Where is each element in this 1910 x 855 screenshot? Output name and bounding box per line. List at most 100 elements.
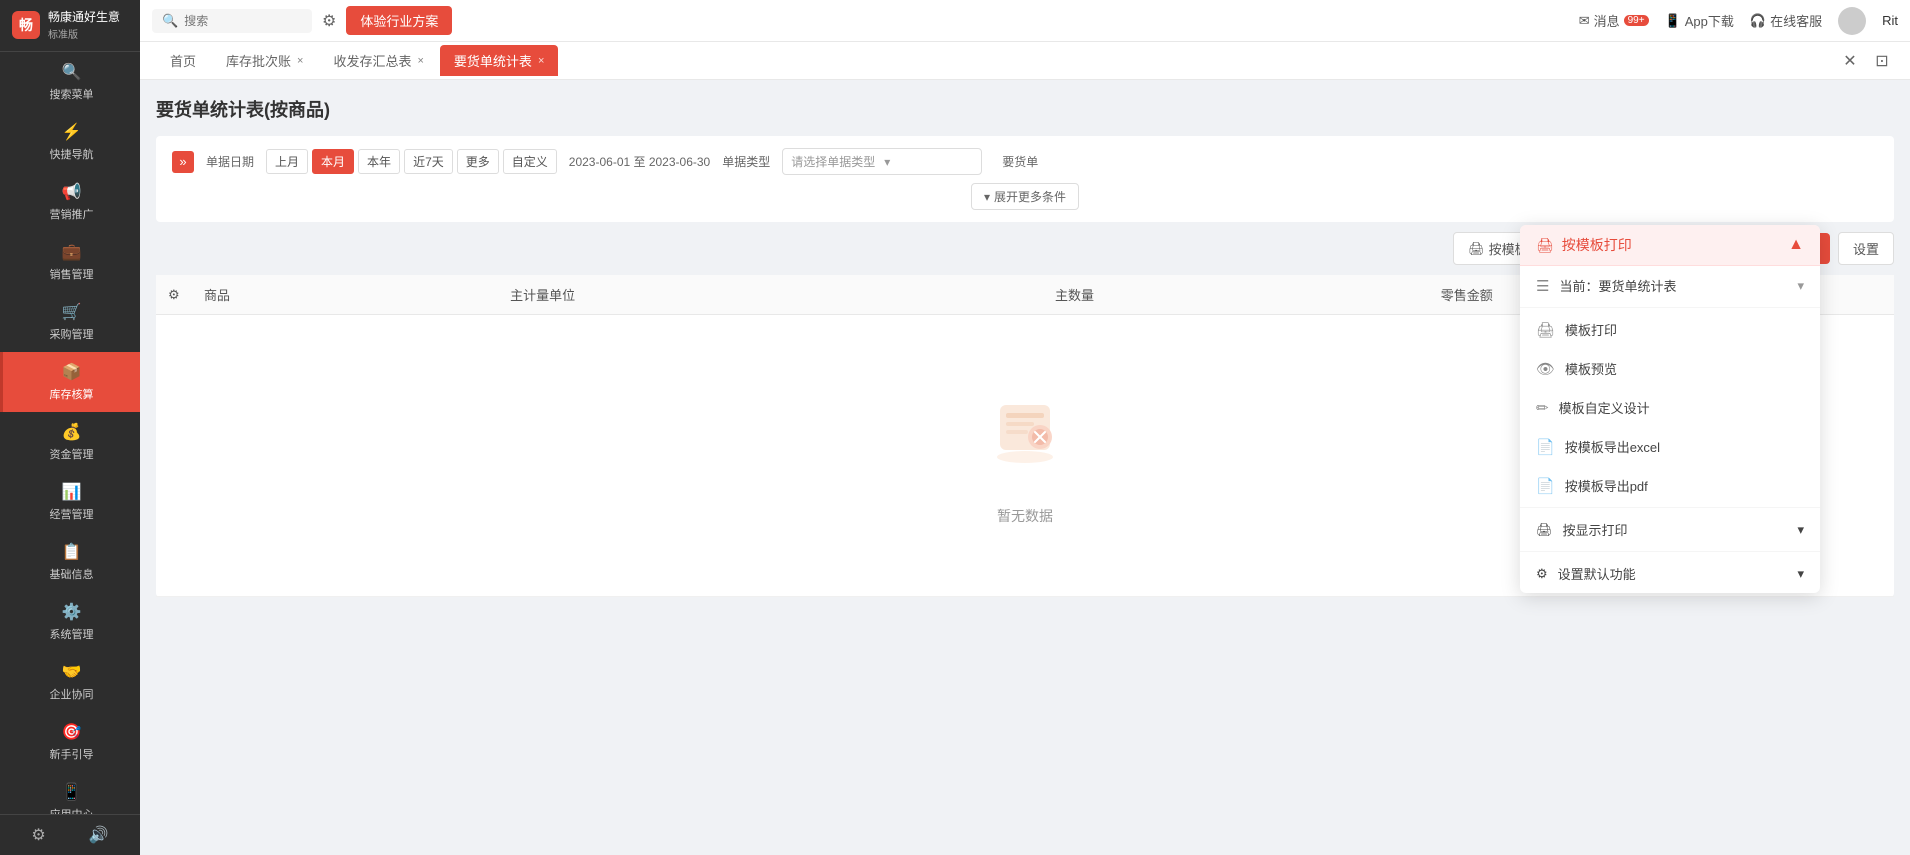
dropdown-item-export-pdf[interactable]: 📄 按模板导出pdf [1520, 466, 1820, 505]
page-title: 要货单统计表(按商品) [156, 96, 1894, 122]
dropdown-item-template-print[interactable]: 🖨 模板打印 [1520, 310, 1820, 349]
logo-text: 畅康通好生意 标准版 [48, 10, 120, 41]
tab-order-stats[interactable]: 要货单统计表 × [440, 45, 558, 76]
dropdown-submenu-display-print[interactable]: 🖨 按显示打印 ▾ [1520, 510, 1820, 549]
tab-batch-accounts[interactable]: 库存批次账 × [212, 45, 317, 76]
trial-button[interactable]: 体验行业方案 [346, 6, 452, 35]
dropdown-item-current[interactable]: ☰ 当前：要货单统计表 ▾ [1520, 266, 1820, 305]
sidebar-nav: 🔍 搜索菜单 ⚡ 快捷导航 📢 营销推广 💼 销售管理 🛒 采购管理 📦 [0, 52, 140, 814]
filter-expand-icon[interactable]: » [172, 151, 194, 173]
template-preview-label: 模板预览 [1565, 359, 1617, 378]
messages-badge: 99+ [1624, 15, 1649, 26]
doc-type-label: 单据类型 [722, 153, 770, 170]
printer-title-icon: 🖨 [1536, 237, 1554, 254]
date-btn-more[interactable]: 更多 [457, 149, 499, 174]
message-icon: ✉ [1579, 13, 1590, 29]
date-btn-7days[interactable]: 近7天 [404, 149, 453, 174]
tab-home-label: 首页 [170, 51, 196, 70]
tab-home[interactable]: 首页 [156, 45, 210, 76]
search-icon: 🔍 [62, 62, 82, 82]
sidebar-item-system[interactable]: ⚙️ 系统管理 [0, 592, 140, 652]
dropdown-item-export-excel[interactable]: 📄 按模板导出excel [1520, 427, 1820, 466]
print-dropdown-title-label: 按模板打印 [1562, 235, 1632, 255]
filter-card: » 单据日期 上月 本月 本年 近7天 更多 自定义 2023-06-01 至 … [156, 136, 1894, 222]
print-dropdown: 🖨 按模板打印 ▲ ☰ 当前：要货单统计表 ▾ 🖨 模板打印 👁 [1520, 225, 1820, 593]
default-func-chevron: ▾ [1797, 566, 1804, 582]
topbar-right: ✉ 消息 99+ 📱 App下载 🎧 在线客服 Rit [1579, 7, 1898, 35]
newbie-icon: 🎯 [62, 722, 82, 742]
speaker-icon[interactable]: 🔊 [89, 825, 109, 845]
printer-icon: 🖨 [1468, 241, 1485, 257]
search-box[interactable]: 🔍 [152, 9, 312, 33]
marketing-icon: 📢 [62, 182, 82, 202]
tab-order-stats-label: 要货单统计表 [454, 51, 532, 70]
finance-icon: 💰 [62, 422, 82, 442]
sidebar-item-inventory[interactable]: 📦 库存核算 [0, 352, 140, 412]
expand-conditions-button[interactable]: ▾ 展开更多条件 [971, 183, 1079, 210]
date-btn-this-month[interactable]: 本月 [312, 149, 354, 174]
online-service-group[interactable]: 🎧 在线客服 [1750, 11, 1822, 30]
basics-icon: 📋 [62, 542, 82, 562]
doc-type-select[interactable]: 请选择单据类型 ▾ [782, 148, 982, 175]
display-print-label: 按显示打印 [1563, 520, 1628, 539]
window-controls: ✕ ⊡ [1838, 49, 1894, 73]
sidebar-item-operations[interactable]: 📊 经营管理 [0, 472, 140, 532]
tab-batch-accounts-close[interactable]: × [297, 55, 303, 67]
tab-order-stats-close[interactable]: × [538, 55, 544, 67]
dropdown-item-template-preview[interactable]: 👁 模板预览 [1520, 349, 1820, 388]
gear-icon[interactable]: ⚙ [322, 11, 336, 31]
settings-bottom-icon[interactable]: ⚙ [31, 825, 45, 845]
export-pdf-icon: 📄 [1536, 477, 1555, 495]
settings-button[interactable]: 设置 [1838, 232, 1894, 265]
filter-row-1: » 单据日期 上月 本月 本年 近7天 更多 自定义 2023-06-01 至 … [172, 148, 1878, 175]
print-dropdown-title: 🖨 按模板打印 [1536, 235, 1632, 255]
sidebar-item-newbie[interactable]: 🎯 新手引导 [0, 712, 140, 772]
expand-btn-label: 展开更多条件 [994, 188, 1066, 205]
app-download-group[interactable]: 📱 App下载 [1665, 11, 1734, 30]
filter-expand-row: ▾ 展开更多条件 [172, 183, 1878, 210]
messages-group[interactable]: ✉ 消息 99+ [1579, 11, 1649, 30]
expand-chevron-icon: ▾ [984, 190, 990, 204]
messages-label: 消息 [1594, 11, 1620, 30]
date-btn-last-month[interactable]: 上月 [266, 149, 308, 174]
sidebar-item-enterprise[interactable]: 🤝 企业协同 [0, 652, 140, 712]
dropdown-submenu-default-func[interactable]: ⚙ 设置默认功能 ▾ [1520, 554, 1820, 593]
current-chevron-icon: ▾ [1797, 278, 1804, 294]
default-func-icon: ⚙ [1536, 566, 1548, 582]
sidebar: 畅 畅康通好生意 标准版 🔍 搜索菜单 ⚡ 快捷导航 📢 营销推广 💼 销售管理 [0, 0, 140, 855]
tab-batch-accounts-label: 库存批次账 [226, 51, 291, 70]
divider-2 [1520, 507, 1820, 508]
content-area: 要货单统计表(按商品) » 单据日期 上月 本月 本年 近7天 更多 自定义 [140, 80, 1910, 855]
date-btn-this-year[interactable]: 本年 [358, 149, 400, 174]
sidebar-item-search[interactable]: 🔍 搜索菜单 [0, 52, 140, 112]
print-dropdown-close-icon[interactable]: ▲ [1788, 236, 1804, 254]
dropdown-item-template-design[interactable]: ✏ 模板自定义设计 [1520, 388, 1820, 427]
avatar[interactable] [1838, 7, 1866, 35]
sidebar-item-sales[interactable]: 💼 销售管理 [0, 232, 140, 292]
display-print-chevron: ▾ [1797, 522, 1804, 538]
sidebar-item-apps[interactable]: 📱 应用中心 [0, 772, 140, 814]
username-label: Rit [1882, 13, 1898, 28]
sidebar-bottom: ⚙ 🔊 [0, 814, 140, 855]
sidebar-item-finance[interactable]: 💰 资金管理 [0, 412, 140, 472]
col-settings[interactable]: ⚙ [156, 275, 192, 315]
export-pdf-label: 按模板导出pdf [1565, 476, 1648, 495]
sidebar-item-basics[interactable]: 📋 基础信息 [0, 532, 140, 592]
date-btn-custom[interactable]: 自定义 [503, 149, 557, 174]
app-download-label: App下载 [1685, 11, 1734, 30]
sales-icon: 💼 [62, 242, 82, 262]
search-input[interactable] [184, 14, 284, 28]
maximize-window-button[interactable]: ⊡ [1870, 49, 1894, 73]
close-window-button[interactable]: ✕ [1838, 49, 1862, 73]
sidebar-item-purchase[interactable]: 🛒 采购管理 [0, 292, 140, 352]
headset-icon: 🎧 [1750, 13, 1766, 29]
tab-receipts-summary-close[interactable]: × [417, 55, 423, 67]
app-icon: 📱 [1665, 13, 1681, 29]
chevron-down-icon: ▾ [884, 155, 973, 169]
default-func-label: 设置默认功能 [1558, 564, 1636, 583]
sidebar-item-quick-nav[interactable]: ⚡ 快捷导航 [0, 112, 140, 172]
export-excel-label: 按模板导出excel [1565, 437, 1660, 456]
main-area: 🔍 ⚙ 体验行业方案 ✉ 消息 99+ 📱 App下载 🎧 在线客服 [140, 0, 1910, 855]
tab-receipts-summary[interactable]: 收发存汇总表 × [319, 45, 437, 76]
sidebar-item-marketing[interactable]: 📢 营销推广 [0, 172, 140, 232]
